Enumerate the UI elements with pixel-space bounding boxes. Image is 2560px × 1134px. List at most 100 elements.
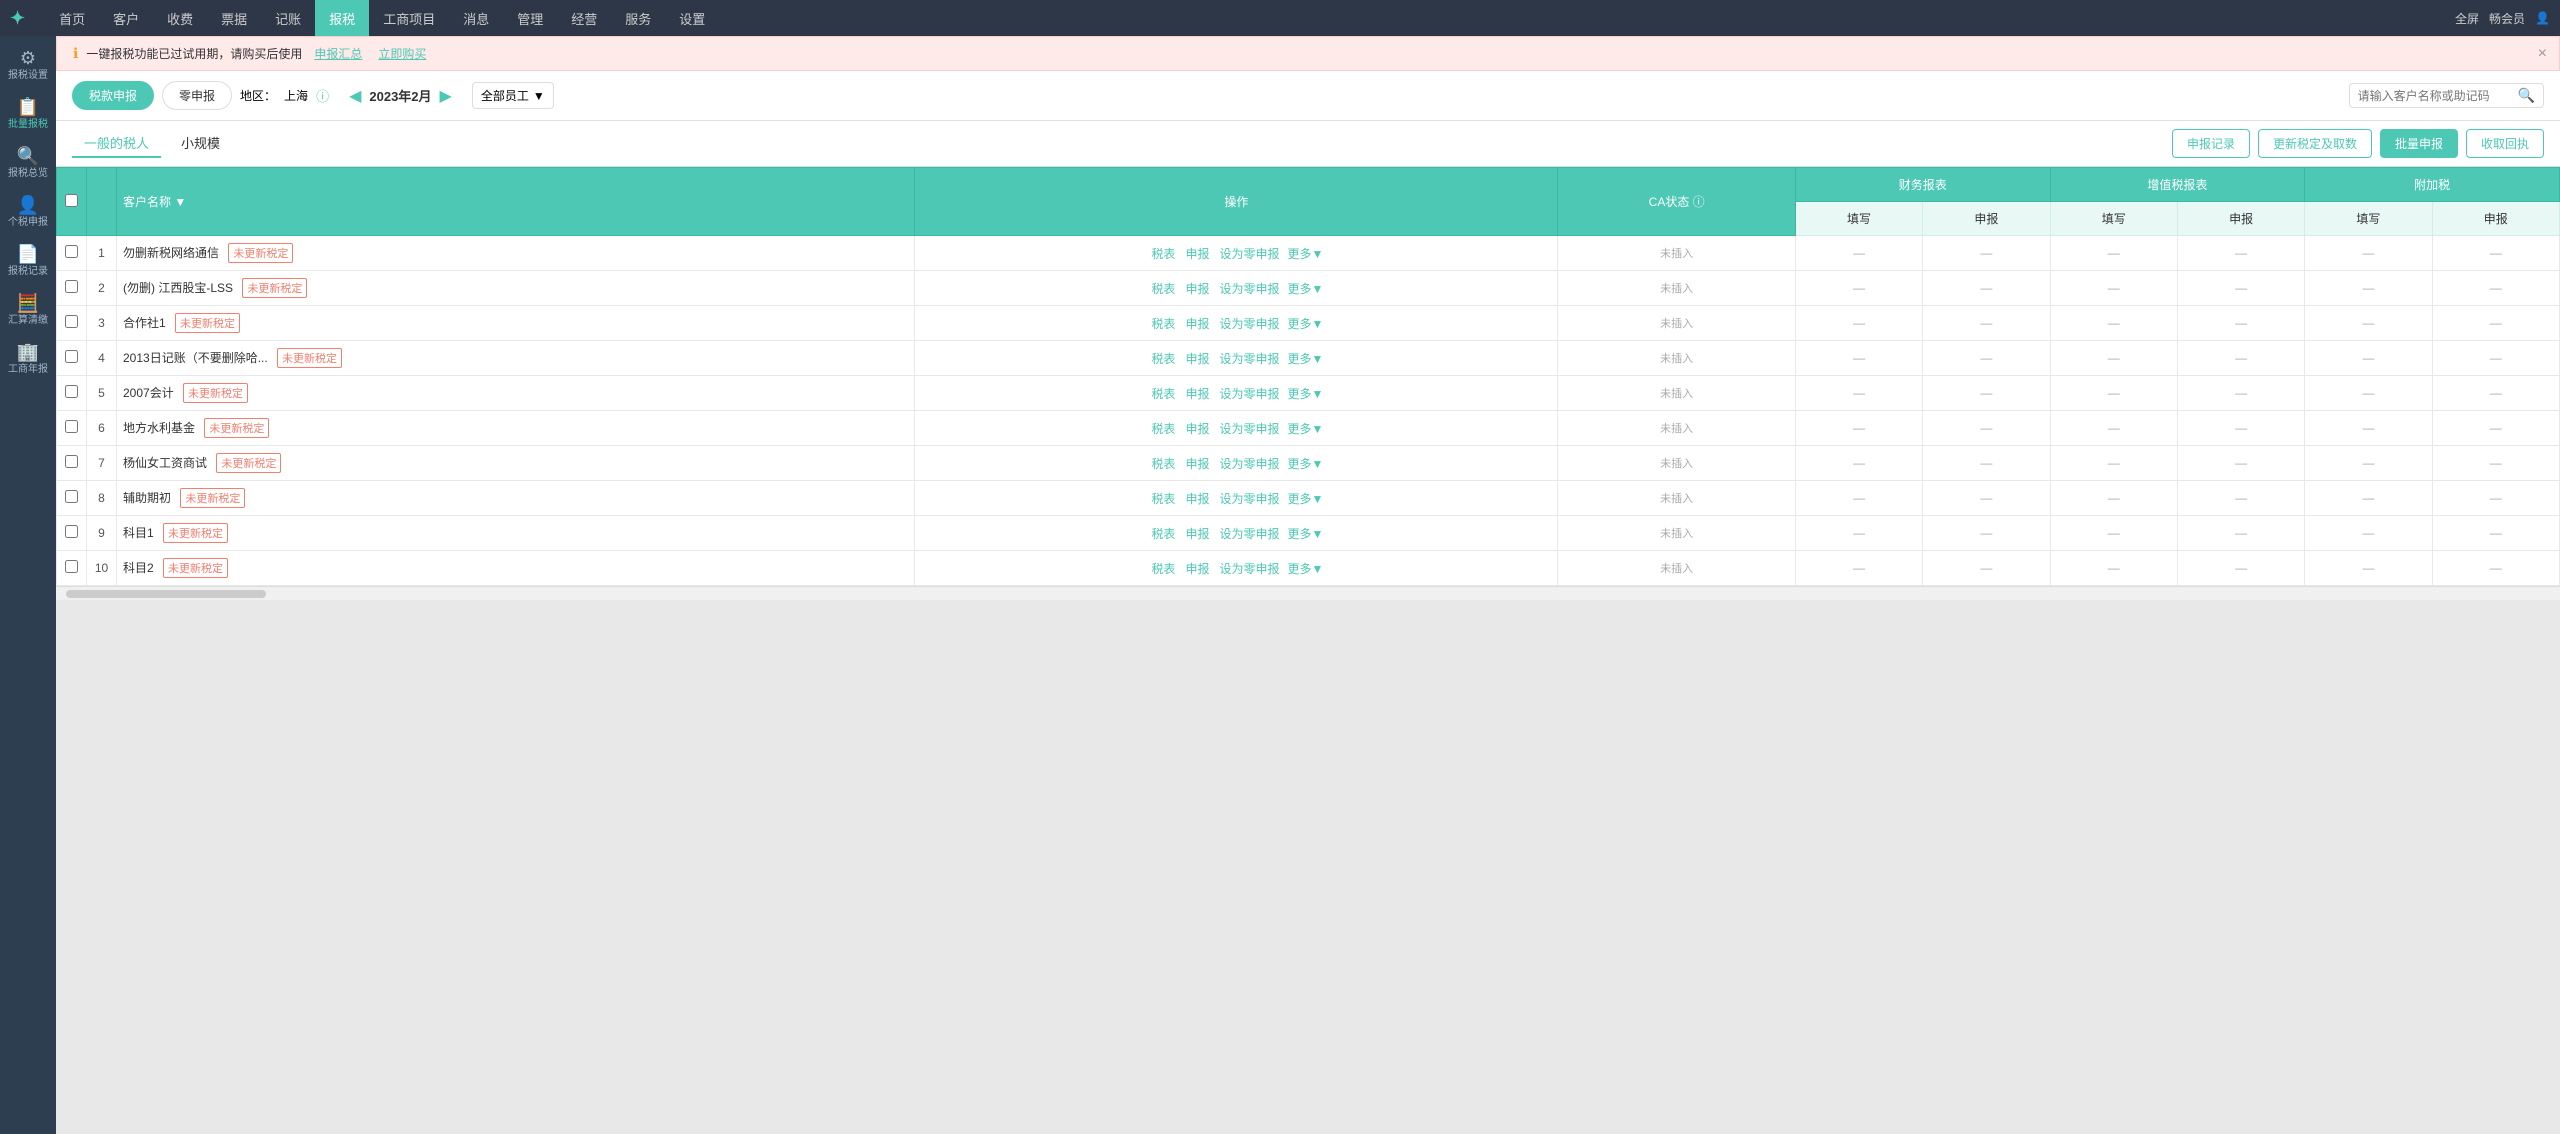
status-badge[interactable]: 未更新税定 — [175, 313, 240, 333]
tab-tax-declare[interactable]: 税款申报 — [72, 81, 154, 110]
banner-buy-link[interactable]: 立即购买 — [378, 45, 426, 62]
op-set-zero[interactable]: 设为零申报 — [1219, 420, 1279, 437]
region-info-icon[interactable]: ⓘ — [316, 86, 329, 105]
op-report[interactable]: 申报 — [1185, 490, 1209, 507]
op-report[interactable]: 申报 — [1185, 525, 1209, 542]
op-more[interactable]: 更多▼ — [1287, 280, 1323, 297]
op-tax-table[interactable]: 税表 — [1151, 350, 1175, 367]
scrollbar-thumb[interactable] — [66, 590, 266, 598]
sidebar-item-tax-overview[interactable]: 🔍 报税总览 — [0, 139, 56, 188]
op-set-zero[interactable]: 设为零申报 — [1219, 455, 1279, 472]
employee-select[interactable]: 全部员工 ▼ — [472, 82, 554, 109]
search-button[interactable]: 🔍 — [2518, 87, 2535, 104]
op-report[interactable]: 申报 — [1185, 245, 1209, 262]
op-tax-table[interactable]: 税表 — [1151, 315, 1175, 332]
taxpayer-tab-small[interactable]: 小规模 — [169, 129, 232, 158]
sidebar-item-batch-tax[interactable]: 📋 批量报税 — [0, 90, 56, 139]
nav-tax[interactable]: 报税 — [315, 0, 369, 36]
nav-home[interactable]: 首页 — [45, 0, 99, 36]
nav-fee[interactable]: 收费 — [153, 0, 207, 36]
batch-report-btn[interactable]: 批量申报 — [2380, 129, 2458, 158]
report-records-btn[interactable]: 申报记录 — [2172, 129, 2250, 158]
collect-receipt-btn[interactable]: 收取回执 — [2466, 129, 2544, 158]
op-more[interactable]: 更多▼ — [1287, 525, 1323, 542]
row-checkbox[interactable] — [65, 350, 78, 363]
op-report[interactable]: 申报 — [1185, 385, 1209, 402]
op-report[interactable]: 申报 — [1185, 280, 1209, 297]
op-set-zero[interactable]: 设为零申报 — [1219, 280, 1279, 297]
status-badge[interactable]: 未更新税定 — [180, 488, 245, 508]
op-more[interactable]: 更多▼ — [1287, 315, 1323, 332]
status-badge[interactable]: 未更新税定 — [216, 453, 281, 473]
horizontal-scrollbar[interactable] — [56, 586, 2560, 600]
banner-report-link[interactable]: 申报汇总 — [314, 45, 362, 62]
op-more[interactable]: 更多▼ — [1287, 455, 1323, 472]
sidebar-item-tax-settings[interactable]: ⚙ 报税设置 — [0, 41, 56, 90]
op-tax-table[interactable]: 税表 — [1151, 560, 1175, 577]
row-checkbox[interactable] — [65, 490, 78, 503]
row-checkbox[interactable] — [65, 525, 78, 538]
nav-service[interactable]: 服务 — [611, 0, 665, 36]
op-tax-table[interactable]: 税表 — [1151, 420, 1175, 437]
status-badge[interactable]: 未更新税定 — [204, 418, 269, 438]
op-tax-table[interactable]: 税表 — [1151, 525, 1175, 542]
nav-bookkeeping[interactable]: 记账 — [261, 0, 315, 36]
sidebar-item-personal-tax[interactable]: 👤 个税申报 — [0, 188, 56, 237]
nav-msg[interactable]: 消息 — [449, 0, 503, 36]
row-checkbox[interactable] — [65, 420, 78, 433]
nav-operate[interactable]: 经营 — [557, 0, 611, 36]
tab-zero-declare[interactable]: 零申报 — [162, 81, 232, 110]
op-set-zero[interactable]: 设为零申报 — [1219, 385, 1279, 402]
status-badge[interactable]: 未更新税定 — [163, 558, 228, 578]
sidebar-item-biz-annual[interactable]: 🏢 工商年报 — [0, 335, 56, 384]
search-input[interactable] — [2358, 89, 2518, 103]
op-report[interactable]: 申报 — [1185, 315, 1209, 332]
op-more[interactable]: 更多▼ — [1287, 560, 1323, 577]
op-report[interactable]: 申报 — [1185, 455, 1209, 472]
op-tax-table[interactable]: 税表 — [1151, 455, 1175, 472]
nav-biz[interactable]: 工商项目 — [369, 0, 449, 36]
nav-client[interactable]: 客户 — [99, 0, 153, 36]
op-tax-table[interactable]: 税表 — [1151, 245, 1175, 262]
op-set-zero[interactable]: 设为零申报 — [1219, 350, 1279, 367]
date-prev-btn[interactable]: ◀ — [345, 86, 365, 106]
op-set-zero[interactable]: 设为零申报 — [1219, 490, 1279, 507]
op-set-zero[interactable]: 设为零申报 — [1219, 315, 1279, 332]
op-more[interactable]: 更多▼ — [1287, 385, 1323, 402]
op-more[interactable]: 更多▼ — [1287, 490, 1323, 507]
op-set-zero[interactable]: 设为零申报 — [1219, 525, 1279, 542]
row-checkbox[interactable] — [65, 245, 78, 258]
status-badge[interactable]: 未更新税定 — [228, 243, 293, 263]
nav-settings[interactable]: 设置 — [665, 0, 719, 36]
taxpayer-tab-general[interactable]: 一般的税人 — [72, 129, 161, 158]
row-checkbox[interactable] — [65, 455, 78, 468]
select-all-checkbox[interactable] — [65, 194, 78, 207]
date-next-btn[interactable]: ▶ — [436, 86, 456, 106]
op-more[interactable]: 更多▼ — [1287, 245, 1323, 262]
op-set-zero[interactable]: 设为零申报 — [1219, 560, 1279, 577]
row-checkbox[interactable] — [65, 280, 78, 293]
vip-btn[interactable]: 畅会员 — [2489, 10, 2525, 27]
status-badge[interactable]: 未更新税定 — [183, 383, 248, 403]
op-report[interactable]: 申报 — [1185, 420, 1209, 437]
op-report[interactable]: 申报 — [1185, 560, 1209, 577]
nav-manage[interactable]: 管理 — [503, 0, 557, 36]
op-tax-table[interactable]: 税表 — [1151, 280, 1175, 297]
fullscreen-btn[interactable]: 全屏 — [2455, 10, 2479, 27]
status-badge[interactable]: 未更新税定 — [277, 348, 342, 368]
status-badge[interactable]: 未更新税定 — [163, 523, 228, 543]
user-avatar[interactable]: 👤 — [2535, 11, 2550, 25]
row-checkbox[interactable] — [65, 315, 78, 328]
op-report[interactable]: 申报 — [1185, 350, 1209, 367]
status-badge[interactable]: 未更新税定 — [242, 278, 307, 298]
sidebar-item-calc-clear[interactable]: 🧮 汇算清缴 — [0, 286, 56, 335]
update-tax-btn[interactable]: 更新税定及取数 — [2258, 129, 2372, 158]
nav-ticket[interactable]: 票据 — [207, 0, 261, 36]
op-more[interactable]: 更多▼ — [1287, 350, 1323, 367]
row-checkbox[interactable] — [65, 560, 78, 573]
row-checkbox[interactable] — [65, 385, 78, 398]
op-set-zero[interactable]: 设为零申报 — [1219, 245, 1279, 262]
op-tax-table[interactable]: 税表 — [1151, 385, 1175, 402]
sidebar-item-tax-records[interactable]: 📄 报税记录 — [0, 237, 56, 286]
op-tax-table[interactable]: 税表 — [1151, 490, 1175, 507]
